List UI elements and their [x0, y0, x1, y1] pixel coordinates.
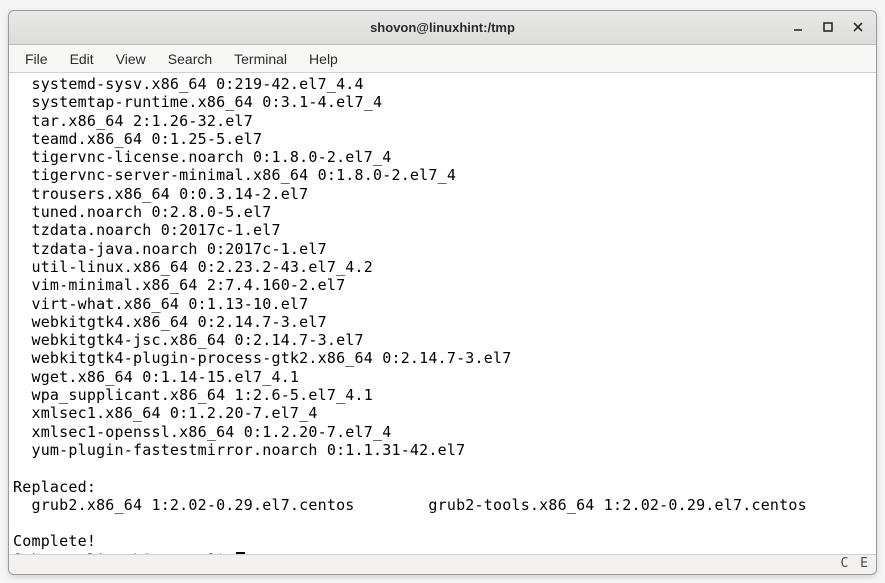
minimize-icon: [792, 21, 804, 33]
terminal-line: webkitgtk4-jsc.x86_64 0:2.14.7-3.el7: [13, 331, 876, 349]
cursor: [236, 552, 245, 554]
terminal-line: tzdata.noarch 0:2017c-1.el7: [13, 221, 876, 239]
terminal-line: tar.x86_64 2:1.26-32.el7: [13, 112, 876, 130]
terminal-line: virt-what.x86_64 0:1.13-10.el7: [13, 295, 876, 313]
terminal-line: tigervnc-license.noarch 0:1.8.0-2.el7_4: [13, 148, 876, 166]
terminal-window: shovon@linuxhint:/tmp FileEditViewSearch…: [8, 10, 877, 575]
window-title: shovon@linuxhint:/tmp: [9, 20, 876, 35]
terminal-line: grub2.x86_64 1:2.02-0.29.el7.centos grub…: [13, 496, 876, 514]
maximize-button[interactable]: [814, 14, 842, 40]
terminal-line: util-linux.x86_64 0:2.23.2-43.el7_4.2: [13, 258, 876, 276]
terminal-line: Replaced:: [13, 478, 876, 496]
terminal-line: [13, 514, 876, 532]
terminal-line: yum-plugin-fastestmirror.noarch 0:1.1.31…: [13, 441, 876, 459]
menu-search[interactable]: Search: [158, 47, 222, 71]
terminal-line: vim-minimal.x86_64 2:7.4.160-2.el7: [13, 276, 876, 294]
close-icon: [852, 21, 864, 33]
terminal-line: wpa_supplicant.x86_64 1:2.6-5.el7_4.1: [13, 386, 876, 404]
terminal-line: systemtap-runtime.x86_64 0:3.1-4.el7_4: [13, 93, 876, 111]
menu-edit[interactable]: Edit: [60, 47, 104, 71]
terminal-line: [13, 459, 876, 477]
minimize-button[interactable]: [784, 14, 812, 40]
terminal-line: tigervnc-server-minimal.x86_64 0:1.8.0-2…: [13, 166, 876, 184]
prompt-text: [shovon@linuxhint tmp]$: [13, 551, 235, 554]
terminal-line: Complete!: [13, 532, 876, 550]
terminal-line: xmlsec1.x86_64 0:1.2.20-7.el7_4: [13, 404, 876, 422]
titlebar: shovon@linuxhint:/tmp: [9, 11, 876, 45]
menubar: FileEditViewSearchTerminalHelp: [9, 45, 876, 73]
statusbar: C E: [9, 554, 876, 574]
terminal-line: trousers.x86_64 0:0.3.14-2.el7: [13, 185, 876, 203]
close-button[interactable]: [844, 14, 872, 40]
terminal-line: teamd.x86_64 0:1.25-5.el7: [13, 130, 876, 148]
menu-help[interactable]: Help: [299, 47, 348, 71]
terminal-output[interactable]: systemd-sysv.x86_64 0:219-42.el7_4.4 sys…: [9, 73, 876, 554]
menu-terminal[interactable]: Terminal: [224, 47, 297, 71]
menu-view[interactable]: View: [106, 47, 156, 71]
terminal-line: tzdata-java.noarch 0:2017c-1.el7: [13, 240, 876, 258]
terminal-line: wget.x86_64 0:1.14-15.el7_4.1: [13, 368, 876, 386]
terminal-line: xmlsec1-openssl.x86_64 0:1.2.20-7.el7_4: [13, 423, 876, 441]
terminal-line: webkitgtk4.x86_64 0:2.14.7-3.el7: [13, 313, 876, 331]
terminal-line: webkitgtk4-plugin-process-gtk2.x86_64 0:…: [13, 349, 876, 367]
menu-file[interactable]: File: [15, 47, 58, 71]
maximize-icon: [822, 21, 834, 33]
terminal-prompt[interactable]: [shovon@linuxhint tmp]$: [13, 551, 876, 554]
window-controls: [784, 14, 872, 40]
terminal-line: systemd-sysv.x86_64 0:219-42.el7_4.4: [13, 75, 876, 93]
terminal-line: tuned.noarch 0:2.8.0-5.el7: [13, 203, 876, 221]
